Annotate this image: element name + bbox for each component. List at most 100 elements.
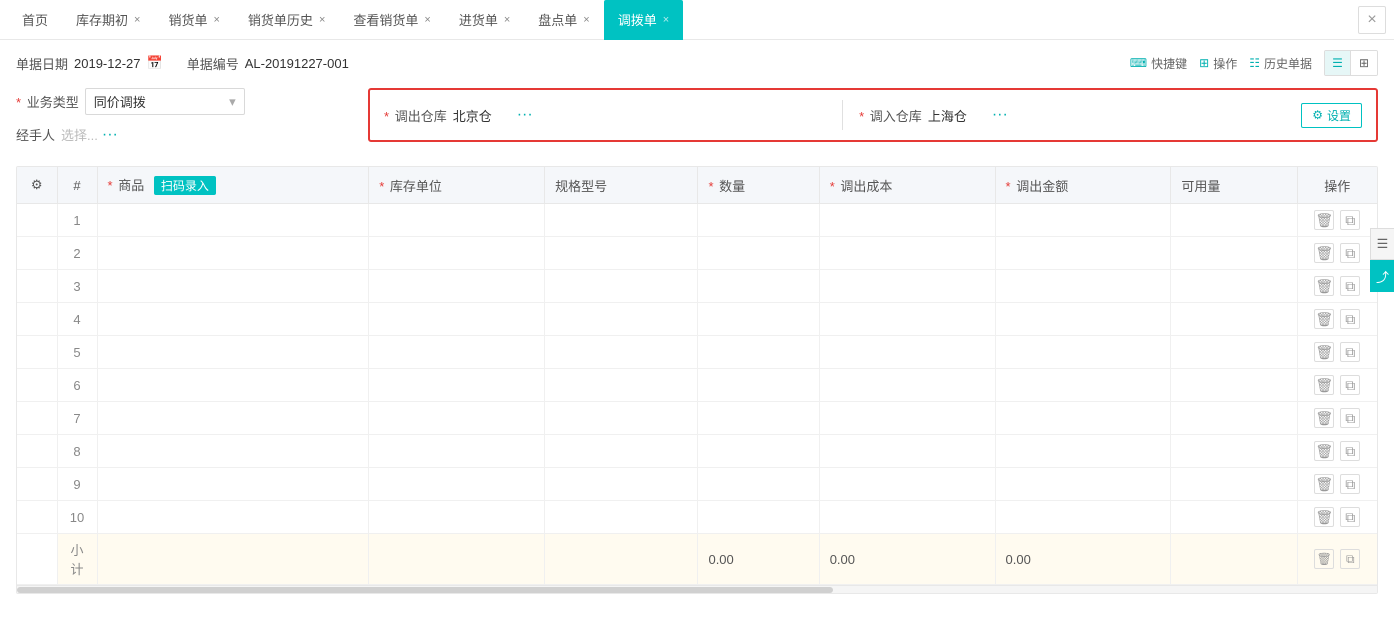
row-cost-cell[interactable]	[819, 270, 995, 303]
row-unit-cell[interactable]	[369, 402, 545, 435]
row-cost-cell[interactable]	[819, 402, 995, 435]
row-spec-cell[interactable]	[545, 435, 698, 468]
tab-sales-order[interactable]: 销货单 ×	[154, 0, 233, 40]
row-product-cell[interactable]	[97, 237, 369, 270]
person-select[interactable]: 选择...	[61, 125, 98, 144]
row-available-cell[interactable]	[1171, 468, 1297, 501]
tab-purchase-order[interactable]: 进货单 ×	[445, 0, 524, 40]
copy-row-icon[interactable]: ⧉	[1340, 375, 1360, 395]
delete-row-icon[interactable]: 🗑	[1314, 507, 1334, 527]
delete-row-icon[interactable]: 🗑	[1314, 276, 1334, 296]
copy-row-icon[interactable]: ⧉	[1340, 342, 1360, 362]
row-quantity-cell[interactable]	[698, 402, 819, 435]
row-unit-cell[interactable]	[369, 204, 545, 237]
operations-button[interactable]: ⊞ 操作	[1199, 55, 1237, 72]
copy-row-icon[interactable]: ⧉	[1340, 408, 1360, 428]
out-warehouse-more-btn[interactable]: ···	[513, 107, 537, 123]
tab-inventory-init[interactable]: 库存期初 ×	[62, 0, 154, 40]
row-spec-cell[interactable]	[545, 402, 698, 435]
window-close-button[interactable]: ×	[1358, 6, 1386, 34]
copy-row-icon[interactable]: ⧉	[1340, 309, 1360, 329]
row-quantity-cell[interactable]	[698, 204, 819, 237]
tab-close-sales[interactable]: ×	[213, 14, 219, 26]
shortcuts-button[interactable]: ⌨ 快捷键	[1130, 55, 1187, 72]
row-cost-cell[interactable]	[819, 204, 995, 237]
row-unit-cell[interactable]	[369, 237, 545, 270]
copy-row-icon[interactable]: ⧉	[1340, 507, 1360, 527]
row-cost-cell[interactable]	[819, 237, 995, 270]
tab-close-stocktake[interactable]: ×	[583, 14, 589, 26]
row-available-cell[interactable]	[1171, 501, 1297, 534]
row-amount-cell[interactable]	[995, 369, 1171, 402]
col-settings-header[interactable]: ⚙	[17, 167, 57, 204]
row-amount-cell[interactable]	[995, 402, 1171, 435]
copy-row-icon[interactable]: ⧉	[1340, 243, 1360, 263]
tab-view-sales[interactable]: 查看销货单 ×	[339, 0, 444, 40]
row-cost-cell[interactable]	[819, 501, 995, 534]
copy-row-icon[interactable]: ⧉	[1340, 276, 1360, 296]
tab-sales-history[interactable]: 销货单历史 ×	[234, 0, 339, 40]
row-cost-cell[interactable]	[819, 468, 995, 501]
row-cost-cell[interactable]	[819, 435, 995, 468]
delete-row-icon[interactable]: 🗑	[1314, 309, 1334, 329]
row-product-cell[interactable]	[97, 468, 369, 501]
row-amount-cell[interactable]	[995, 336, 1171, 369]
tab-close-history[interactable]: ×	[319, 14, 325, 26]
scan-input-button[interactable]: 扫码录入	[154, 176, 216, 195]
row-product-cell[interactable]	[97, 204, 369, 237]
row-available-cell[interactable]	[1171, 237, 1297, 270]
row-amount-cell[interactable]	[995, 204, 1171, 237]
tab-transfer[interactable]: 调拨单 ×	[604, 0, 683, 40]
person-more-btn[interactable]: ···	[98, 127, 122, 143]
tab-close-transfer[interactable]: ×	[663, 14, 669, 26]
float-list-btn[interactable]: ☰	[1370, 228, 1394, 260]
row-quantity-cell[interactable]	[698, 468, 819, 501]
row-spec-cell[interactable]	[545, 336, 698, 369]
row-available-cell[interactable]	[1171, 303, 1297, 336]
delete-row-icon[interactable]: 🗑	[1314, 408, 1334, 428]
row-amount-cell[interactable]	[995, 270, 1171, 303]
scrollbar-thumb[interactable]	[17, 587, 833, 593]
settings-button[interactable]: ⚙ 设置	[1301, 103, 1362, 128]
row-quantity-cell[interactable]	[698, 369, 819, 402]
delete-row-icon[interactable]: 🗑	[1314, 210, 1334, 230]
row-amount-cell[interactable]	[995, 468, 1171, 501]
row-cost-cell[interactable]	[819, 369, 995, 402]
row-spec-cell[interactable]	[545, 237, 698, 270]
row-available-cell[interactable]	[1171, 402, 1297, 435]
tab-close-purchase[interactable]: ×	[504, 14, 510, 26]
row-cost-cell[interactable]	[819, 336, 995, 369]
delete-row-icon[interactable]: 🗑	[1314, 474, 1334, 494]
row-product-cell[interactable]	[97, 270, 369, 303]
row-available-cell[interactable]	[1171, 336, 1297, 369]
row-amount-cell[interactable]	[995, 237, 1171, 270]
row-quantity-cell[interactable]	[698, 501, 819, 534]
row-product-cell[interactable]	[97, 402, 369, 435]
copy-row-icon[interactable]: ⧉	[1340, 474, 1360, 494]
delete-row-icon[interactable]: 🗑	[1314, 243, 1334, 263]
row-unit-cell[interactable]	[369, 435, 545, 468]
row-available-cell[interactable]	[1171, 435, 1297, 468]
row-unit-cell[interactable]	[369, 270, 545, 303]
copy-icon[interactable]: ⧉	[1340, 549, 1360, 569]
row-spec-cell[interactable]	[545, 501, 698, 534]
tab-close-view-sales[interactable]: ×	[424, 14, 430, 26]
row-product-cell[interactable]	[97, 336, 369, 369]
row-quantity-cell[interactable]	[698, 336, 819, 369]
tab-close-inventory[interactable]: ×	[134, 14, 140, 26]
row-spec-cell[interactable]	[545, 303, 698, 336]
delete-row-icon[interactable]: 🗑	[1314, 441, 1334, 461]
tab-stocktake[interactable]: 盘点单 ×	[524, 0, 603, 40]
in-warehouse-more-btn[interactable]: ···	[988, 107, 1012, 123]
row-quantity-cell[interactable]	[698, 303, 819, 336]
row-spec-cell[interactable]	[545, 468, 698, 501]
row-available-cell[interactable]	[1171, 369, 1297, 402]
calendar-icon[interactable]: 📅	[147, 55, 163, 71]
delete-row-icon[interactable]: 🗑	[1314, 375, 1334, 395]
tab-home[interactable]: 首页	[8, 0, 62, 40]
horizontal-scrollbar[interactable]	[17, 585, 1377, 593]
row-amount-cell[interactable]	[995, 435, 1171, 468]
row-quantity-cell[interactable]	[698, 435, 819, 468]
row-amount-cell[interactable]	[995, 501, 1171, 534]
delete-row-icon[interactable]: 🗑	[1314, 342, 1334, 362]
